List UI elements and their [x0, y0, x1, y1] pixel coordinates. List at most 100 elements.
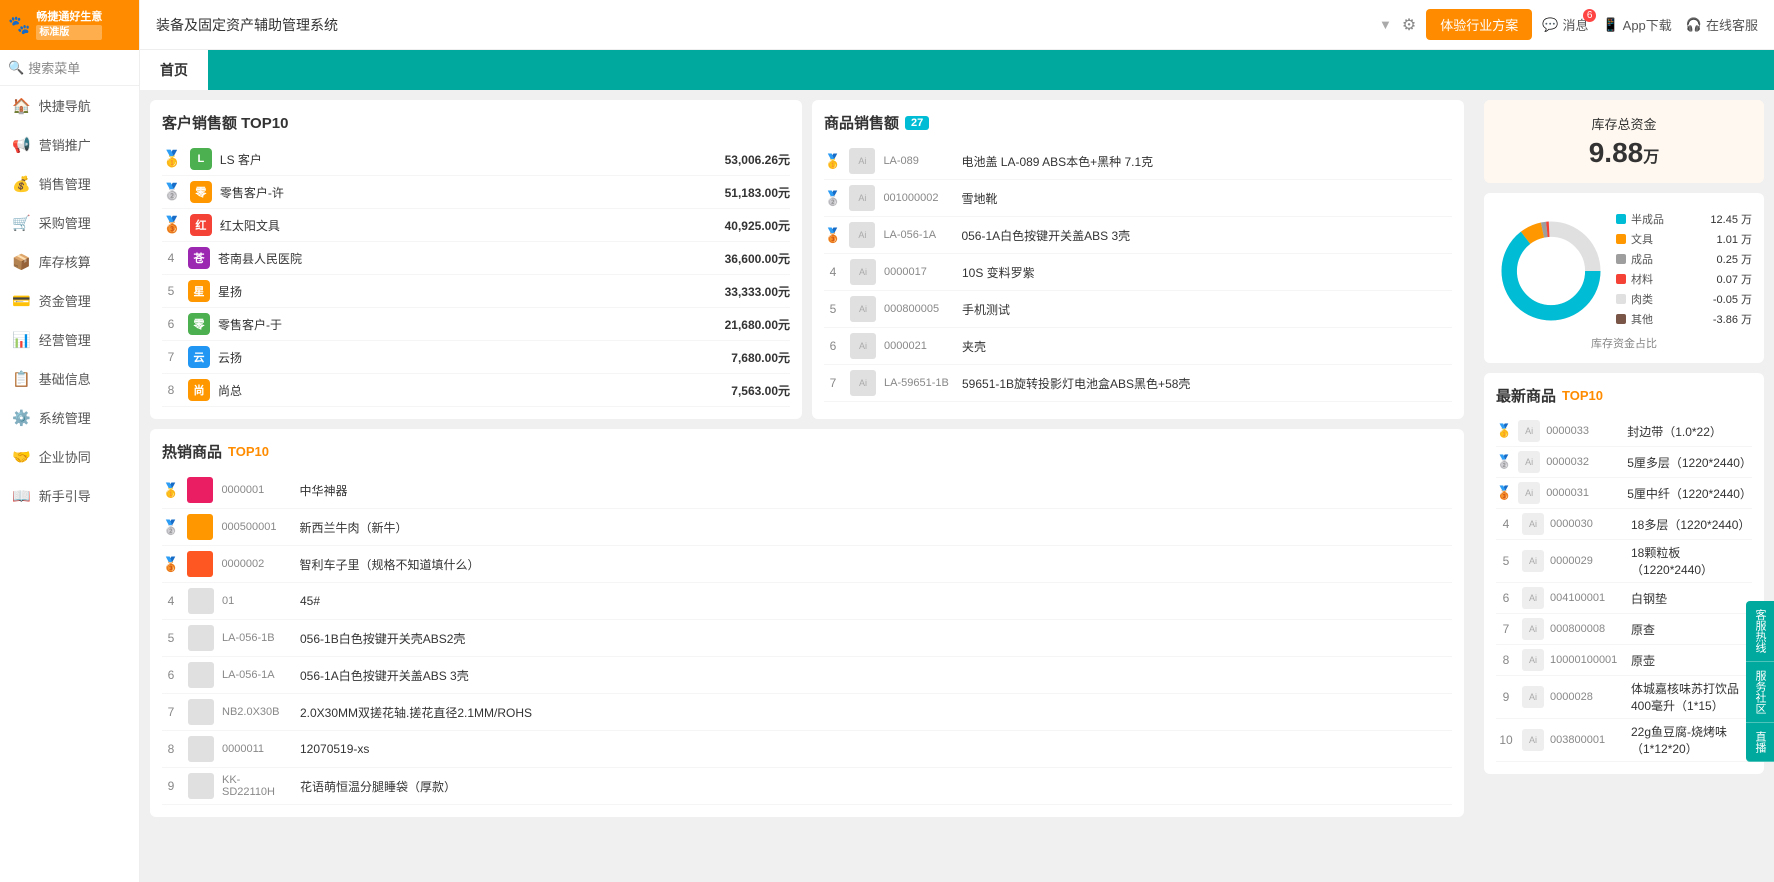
customer-rank-item: 8 尚 尚总 7,563.00元	[162, 374, 790, 407]
dropdown-icon[interactable]: ▼	[1379, 17, 1392, 32]
customer-amount: 53,006.26元	[725, 151, 790, 168]
hot-product-item: 7 NB2.0X30B 2.0X30MM双搓花轴.搓花直径2.1MM/ROHS	[162, 694, 1452, 731]
product-code: 0000002	[221, 558, 291, 570]
message-button[interactable]: 💬 消息 6	[1542, 15, 1588, 34]
customer-amount: 7,680.00元	[731, 349, 790, 366]
new-product-code: 000800008	[1550, 623, 1625, 635]
tab-home[interactable]: 首页	[140, 50, 208, 90]
new-product-name: 封边带（1.0*22）	[1627, 423, 1752, 440]
system-title: 装备及固定资产辅助管理系统	[156, 15, 1369, 35]
rank-number: 6	[162, 317, 180, 331]
medal-gold-icon: 🥇	[162, 149, 182, 169]
customer-rank-item: 7 云 云扬 7,680.00元	[162, 341, 790, 374]
product-name: 花语萌恒温分腿睡袋（厚款）	[300, 778, 1452, 795]
hot-product-item: 5 LA-056-1B 056-1B白色按键开关壳ABS2壳	[162, 620, 1452, 657]
rank-number: 10	[1496, 733, 1516, 747]
sidebar-item-guide[interactable]: 📖 新手引导	[0, 476, 139, 515]
float-btn-service[interactable]: 客服热线	[1746, 601, 1774, 662]
sidebar-item-sales[interactable]: 💰 销售管理	[0, 164, 139, 203]
trial-button[interactable]: 体验行业方案	[1426, 9, 1532, 40]
new-product-thumbnail: Ai	[1522, 618, 1544, 640]
new-product-item: 9 Ai 0000028 体城嘉核味苏打饮品400毫升（1*15）	[1496, 676, 1752, 719]
message-badge: 6	[1583, 9, 1597, 22]
new-product-item: 🥈 Ai 0000032 5厘多层（1220*2440）	[1496, 447, 1752, 478]
legend-label: 半成品	[1631, 211, 1705, 227]
product-thumbnail	[188, 662, 214, 688]
guide-icon: 📖	[12, 487, 31, 505]
logo-tag: 标准版	[36, 25, 102, 40]
hot-product-item: 🥈 000500001 新西兰牛肉（新牛）	[162, 509, 1452, 546]
customer-avatar: 星	[188, 280, 210, 302]
new-product-code: 0000031	[1546, 487, 1621, 499]
topbar-right: 💬 消息 6 📱 App下载 🎧 在线客服	[1542, 15, 1758, 34]
new-product-thumbnail: Ai	[1522, 649, 1544, 671]
legend-item: 肉类 -0.05 万	[1616, 291, 1752, 307]
product-code: LA-089	[883, 155, 953, 167]
hot-product-item: 🥇 0000001 中华神器	[162, 472, 1452, 509]
rank-number: 7	[162, 705, 180, 719]
sidebar-item-enterprise[interactable]: 🤝 企业协同	[0, 437, 139, 476]
new-product-thumbnail: Ai	[1522, 729, 1544, 751]
product-name: 45#	[300, 594, 1452, 608]
customer-avatar: 云	[188, 346, 210, 368]
customer-name: 尚总	[218, 382, 723, 399]
customer-avatar: 零	[188, 313, 210, 335]
product-name: 智利车子里（规格不知道填什么）	[299, 556, 1452, 573]
legend-dot	[1616, 314, 1626, 324]
sidebar-item-operations[interactable]: 📊 经营管理	[0, 320, 139, 359]
sidebar-item-quicknav[interactable]: 🏠 快捷导航	[0, 86, 139, 125]
float-btn-community[interactable]: 服务社区	[1746, 662, 1774, 723]
customer-rank-item: 4 苍 苍南县人民医院 36,600.00元	[162, 242, 790, 275]
customer-rank-item: 🥇 L LS 客户 53,006.26元	[162, 143, 790, 176]
rank-number: 5	[162, 284, 180, 298]
customer-name: 零售客户-于	[218, 316, 717, 333]
new-product-thumbnail: Ai	[1522, 587, 1544, 609]
sidebar-item-basic[interactable]: 📋 基础信息	[0, 359, 139, 398]
rank-number: 4	[1496, 517, 1516, 531]
online-service-button[interactable]: 🎧 在线客服	[1686, 15, 1758, 34]
medal-icon: 🥈	[162, 519, 179, 536]
rank-number: 8	[162, 742, 180, 756]
settings-icon[interactable]: ⚙	[1402, 15, 1416, 35]
product-thumbnail	[187, 551, 213, 577]
product-sales-top10-card: 商品销售额 27 🥇 Ai LA-089 电池盖 LA-089 ABS本色+黑种…	[812, 100, 1464, 419]
logo-text: 畅捷通好生意 标准版	[36, 10, 102, 39]
rank-number: 7	[1496, 622, 1516, 636]
product-name: 雪地靴	[961, 190, 1452, 207]
product-thumbnail	[188, 699, 214, 725]
sidebar-item-marketing[interactable]: 📢 营销推广	[0, 125, 139, 164]
float-btn-live[interactable]: 直播	[1746, 723, 1774, 762]
content: 客户销售额 TOP10 🥇 L LS 客户 53,006.26元 🥈 零 零售客…	[140, 90, 1774, 882]
rank-number: 6	[1496, 591, 1516, 605]
new-product-item: 5 Ai 0000029 18颗粒板（1220*2440）	[1496, 540, 1752, 583]
product-thumbnail	[187, 514, 213, 540]
new-product-name: 18颗粒板（1220*2440）	[1631, 544, 1752, 578]
sidebar-item-system[interactable]: ⚙️ 系统管理	[0, 398, 139, 437]
customer-name: LS 客户	[220, 151, 717, 168]
new-product-code: 0000033	[1546, 425, 1621, 437]
new-product-name: 5厘中纤（1220*2440）	[1627, 485, 1752, 502]
content-right: 库存总资金 9.88万	[1474, 90, 1774, 882]
new-product-code: 0000032	[1546, 456, 1621, 468]
new-product-name: 白钢垫	[1631, 590, 1752, 607]
legend-label: 肉类	[1631, 291, 1708, 307]
system-label: 系统管理	[39, 408, 91, 427]
topbar: 装备及固定资产辅助管理系统 ▼ ⚙ 体验行业方案 💬 消息 6 📱 App下载 …	[140, 0, 1774, 50]
new-product-item: 7 Ai 000800008 原查	[1496, 614, 1752, 645]
product-code: LA-056-1A	[222, 669, 292, 681]
customer-avatar: 零	[190, 181, 212, 203]
legend-value: 12.45 万	[1710, 211, 1752, 227]
sidebar-item-purchase[interactable]: 🛒 采购管理	[0, 203, 139, 242]
logo-name: 畅捷通好生意	[36, 10, 102, 24]
product-name: 12070519-xs	[300, 742, 1452, 756]
sidebar-search[interactable]: 🔍 搜索菜单	[0, 50, 139, 86]
app-download-button[interactable]: 📱 App下载	[1602, 15, 1671, 34]
sidebar-item-finance[interactable]: 💳 资金管理	[0, 281, 139, 320]
new-product-name: 5厘多层（1220*2440）	[1627, 454, 1752, 471]
product-thumbnail	[188, 736, 214, 762]
sidebar-item-inventory[interactable]: 📦 库存核算	[0, 242, 139, 281]
rank-number: 6	[162, 668, 180, 682]
product-sales-item: 🥈 Ai 001000002 雪地靴	[824, 180, 1452, 217]
product-name: 新西兰牛肉（新牛）	[299, 519, 1452, 536]
search-icon: 🔍	[8, 60, 24, 76]
